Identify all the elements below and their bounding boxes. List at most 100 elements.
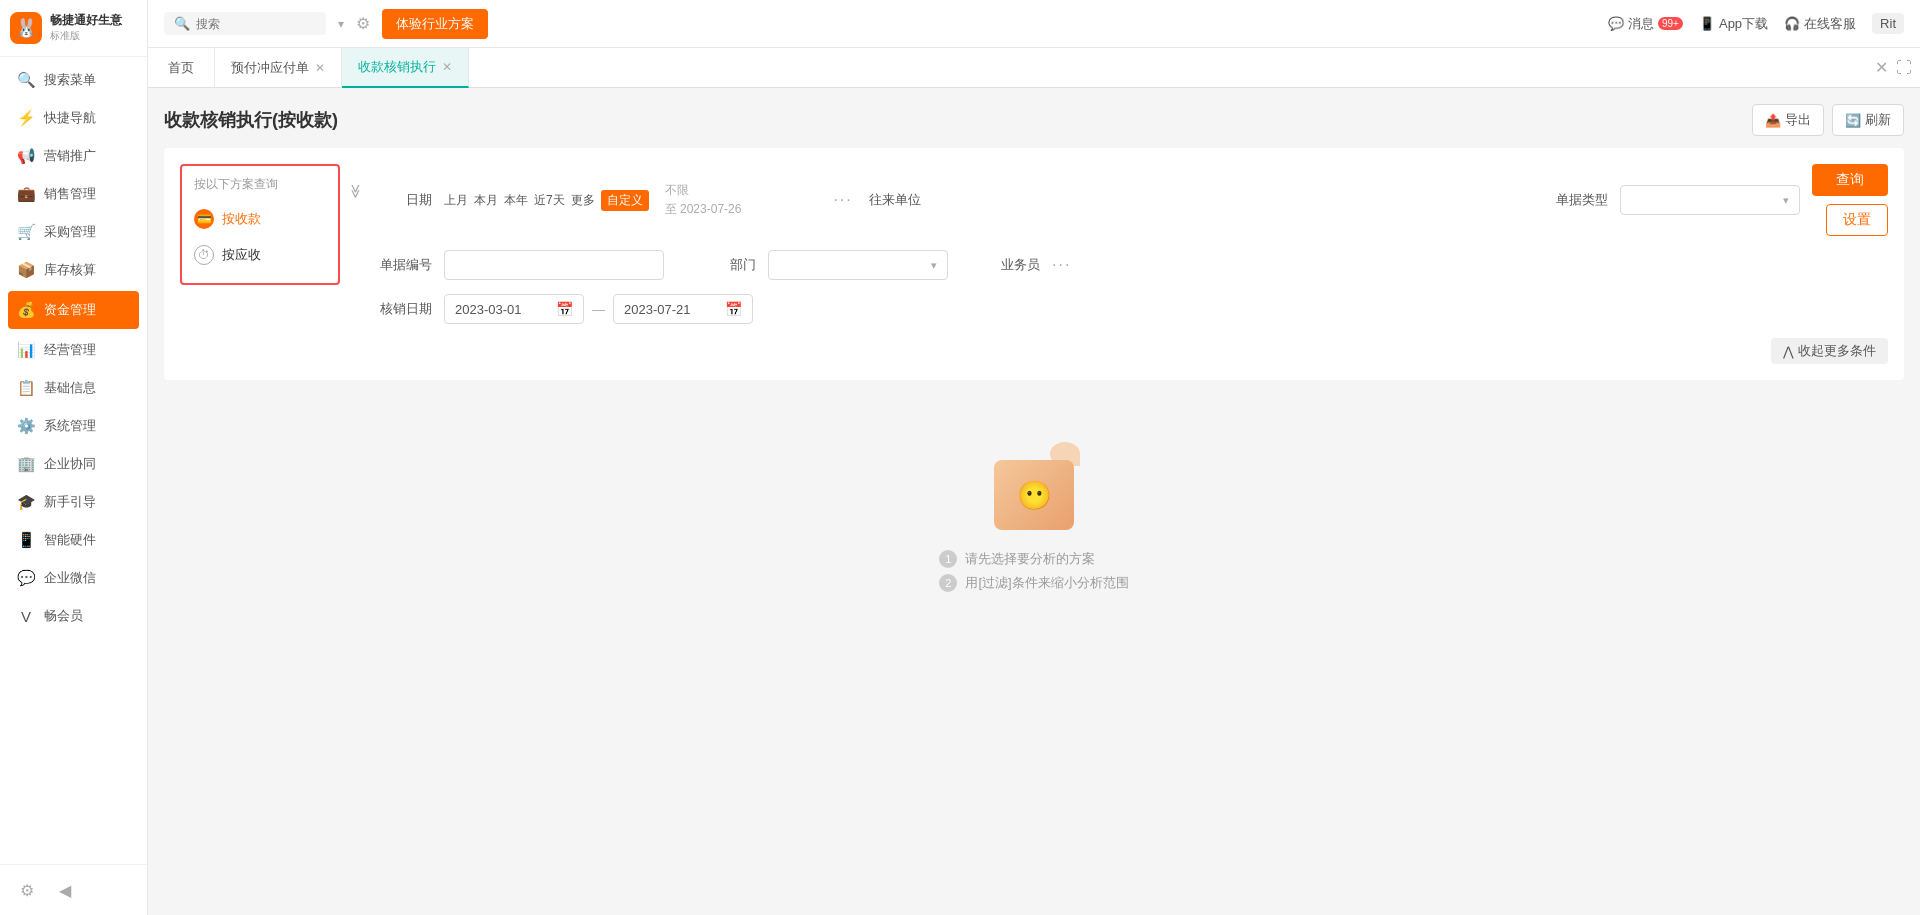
- date-custom-btn[interactable]: 自定义: [601, 190, 649, 211]
- app-icon: 📱: [1699, 16, 1715, 31]
- receivable-icon: ⏱: [194, 245, 214, 265]
- sidebar-item-label-marketing: 营销推广: [44, 147, 96, 165]
- tab-prepay-close-icon[interactable]: ✕: [315, 61, 325, 75]
- tab-receipt-offset-label: 收款核销执行: [358, 58, 436, 76]
- filter-panel: 按以下方案查询 💳 按收款 ⏱ 按应收 ≫ 日期: [164, 148, 1904, 380]
- date-to-value: 至 2023-07-26: [665, 201, 742, 218]
- hint-num-1: 1: [939, 550, 957, 568]
- tab-close-all-icon[interactable]: ✕: [1875, 58, 1888, 77]
- solution-button[interactable]: 体验行业方案: [382, 9, 488, 39]
- search-icon: 🔍: [16, 71, 36, 89]
- app-label: App下载: [1719, 15, 1768, 33]
- sidebar-item-label-enterprise: 企业协同: [44, 455, 96, 473]
- export-icon: 📤: [1765, 113, 1781, 128]
- filter-option-by-receivable[interactable]: ⏱ 按应收: [182, 237, 338, 273]
- date-year-btn[interactable]: 本年: [504, 192, 528, 209]
- settings-icon[interactable]: ⚙: [12, 875, 42, 905]
- date-quick-btns: 上月 本月 本年 近7天 更多 自定义: [444, 190, 649, 211]
- sidebar-item-wechat[interactable]: 💬企业微信: [0, 559, 147, 597]
- sidebar-item-guide[interactable]: 🎓新手引导: [0, 483, 147, 521]
- basic-icon: 📋: [16, 379, 36, 397]
- date-prev-month-btn[interactable]: 上月: [444, 192, 468, 209]
- topbar-gear-icon[interactable]: ⚙: [356, 14, 370, 33]
- date-7days-btn[interactable]: 近7天: [534, 192, 565, 209]
- logo-icon: 🐰: [10, 12, 42, 44]
- sidebar-item-member[interactable]: V畅会员: [0, 597, 147, 635]
- sidebar-item-search[interactable]: 🔍搜索菜单: [0, 61, 147, 99]
- sidebar-item-finance[interactable]: 💰资金管理: [8, 291, 139, 329]
- empty-hint-2-text: 用[过滤]条件来缩小分析范围: [965, 574, 1128, 592]
- collapse-more-btn[interactable]: ⋀ 收起更多条件: [1771, 338, 1888, 364]
- tab-receipt-offset[interactable]: 收款核销执行 ✕: [342, 48, 469, 88]
- export-button[interactable]: 📤 导出: [1752, 104, 1824, 136]
- filter-option-by-receipt[interactable]: 💳 按收款: [182, 201, 338, 237]
- search-input[interactable]: [196, 17, 316, 31]
- date-curr-month-btn[interactable]: 本月: [474, 192, 498, 209]
- sidebar-item-marketing[interactable]: 📢 营销推广: [0, 137, 147, 175]
- date-no-limit: 不限: [665, 182, 742, 199]
- marketing-icon: 📢: [16, 147, 36, 165]
- collapse-sidebar-icon[interactable]: ◀: [50, 875, 80, 905]
- system-icon: ⚙️: [16, 417, 36, 435]
- sidebar-item-label-member: 畅会员: [44, 607, 83, 625]
- logo-sub: 标准版: [50, 29, 122, 43]
- filter-sidebar: 按以下方案查询 💳 按收款 ⏱ 按应收: [180, 164, 340, 285]
- date-label: 日期: [376, 191, 432, 209]
- doc-no-input[interactable]: [444, 250, 664, 280]
- msg-button[interactable]: 💬 消息 99+: [1608, 15, 1683, 33]
- tab-home[interactable]: 首页: [148, 48, 215, 88]
- empty-hints: 1 请先选择要分析的方案 2 用[过滤]条件来缩小分析范围: [939, 550, 1128, 592]
- service-button[interactable]: 🎧 在线客服: [1784, 15, 1856, 33]
- sidebar-item-quicknav[interactable]: ⚡快捷导航: [0, 99, 147, 137]
- filter-row-2: 单据编号 部门 ▾ 业务员 ···: [376, 250, 1888, 280]
- sidebar-item-operation[interactable]: 📊经营管理: [0, 331, 147, 369]
- quicknav-icon: ⚡: [16, 109, 36, 127]
- logo-main: 畅捷通好生意: [50, 13, 122, 29]
- filter-row-1: 日期 上月 本月 本年 近7天 更多 自定义 不限 至 2023-07-26 ·…: [376, 164, 1888, 236]
- page-title: 收款核销执行(按收款): [164, 108, 338, 132]
- refresh-button[interactable]: 🔄 刷新: [1832, 104, 1904, 136]
- user-menu[interactable]: Rit: [1872, 13, 1904, 34]
- dept-dropdown-icon: ▾: [931, 259, 937, 272]
- setting-button[interactable]: 设置: [1826, 204, 1888, 236]
- sales-icon: 💼: [16, 185, 36, 203]
- filter-option-by-receivable-label: 按应收: [222, 246, 261, 264]
- sidebar-item-label-inventory: 库存核算: [44, 261, 96, 279]
- calendar-end-icon: 📅: [725, 301, 742, 317]
- doc-type-select[interactable]: ▾: [1620, 185, 1800, 215]
- doc-type-dropdown-icon: ▾: [1783, 194, 1789, 207]
- sidebar-logo: 🐰 畅捷通好生意 标准版: [0, 0, 147, 57]
- offset-date-start-input[interactable]: 2023-03-01 📅: [444, 294, 584, 324]
- offset-date-end-input[interactable]: 2023-07-21 📅: [613, 294, 753, 324]
- filter-sidebar-collapse-btn[interactable]: ≫: [348, 180, 364, 203]
- query-button[interactable]: 查询: [1812, 164, 1888, 196]
- date-more-btn[interactable]: 更多: [571, 192, 595, 209]
- offset-date-start-val: 2023-03-01: [455, 302, 550, 317]
- user-label: Rit: [1880, 16, 1896, 31]
- sidebar-item-inventory[interactable]: 📦 库存核算: [0, 251, 147, 289]
- collapse-icon: ⋀: [1783, 344, 1794, 359]
- service-icon: 🎧: [1784, 16, 1800, 31]
- finance-icon: 💰: [16, 301, 36, 319]
- calendar-start-icon: 📅: [556, 301, 573, 317]
- dept-select[interactable]: ▾: [768, 250, 948, 280]
- sidebar-item-sales[interactable]: 💼销售管理: [0, 175, 147, 213]
- tab-expand-icon[interactable]: ⛶: [1896, 59, 1912, 77]
- sidebar-item-system[interactable]: ⚙️系统管理: [0, 407, 147, 445]
- tab-receipt-offset-close-icon[interactable]: ✕: [442, 60, 452, 74]
- sidebar-item-basic[interactable]: 📋基础信息: [0, 369, 147, 407]
- sidebar-item-enterprise[interactable]: 🏢企业协同: [0, 445, 147, 483]
- topbar-right: 💬 消息 99+ 📱 App下载 🎧 在线客服 Rit: [1608, 13, 1904, 34]
- receipt-icon: 💳: [194, 209, 214, 229]
- inventory-icon: 📦: [16, 261, 36, 279]
- dept-label: 部门: [700, 256, 756, 274]
- sidebar: 🐰 畅捷通好生意 标准版 🔍搜索菜单⚡快捷导航 📢 营销推广 💼销售管理🛒采购管理 📦 库…: [0, 0, 148, 915]
- tab-prepay[interactable]: 预付冲应付单 ✕: [215, 48, 342, 88]
- topbar-search-wrap[interactable]: 🔍: [164, 12, 326, 35]
- topbar-chevron-icon[interactable]: ▾: [338, 17, 344, 31]
- main-area: 🔍 ▾ ⚙ 体验行业方案 💬 消息 99+ 📱 App下载 🎧 在线客服 Rit: [148, 0, 1920, 915]
- tab-prepay-label: 预付冲应付单: [231, 59, 309, 77]
- app-download-button[interactable]: 📱 App下载: [1699, 15, 1768, 33]
- sidebar-item-purchase[interactable]: 🛒采购管理: [0, 213, 147, 251]
- sidebar-item-hardware[interactable]: 📱智能硬件: [0, 521, 147, 559]
